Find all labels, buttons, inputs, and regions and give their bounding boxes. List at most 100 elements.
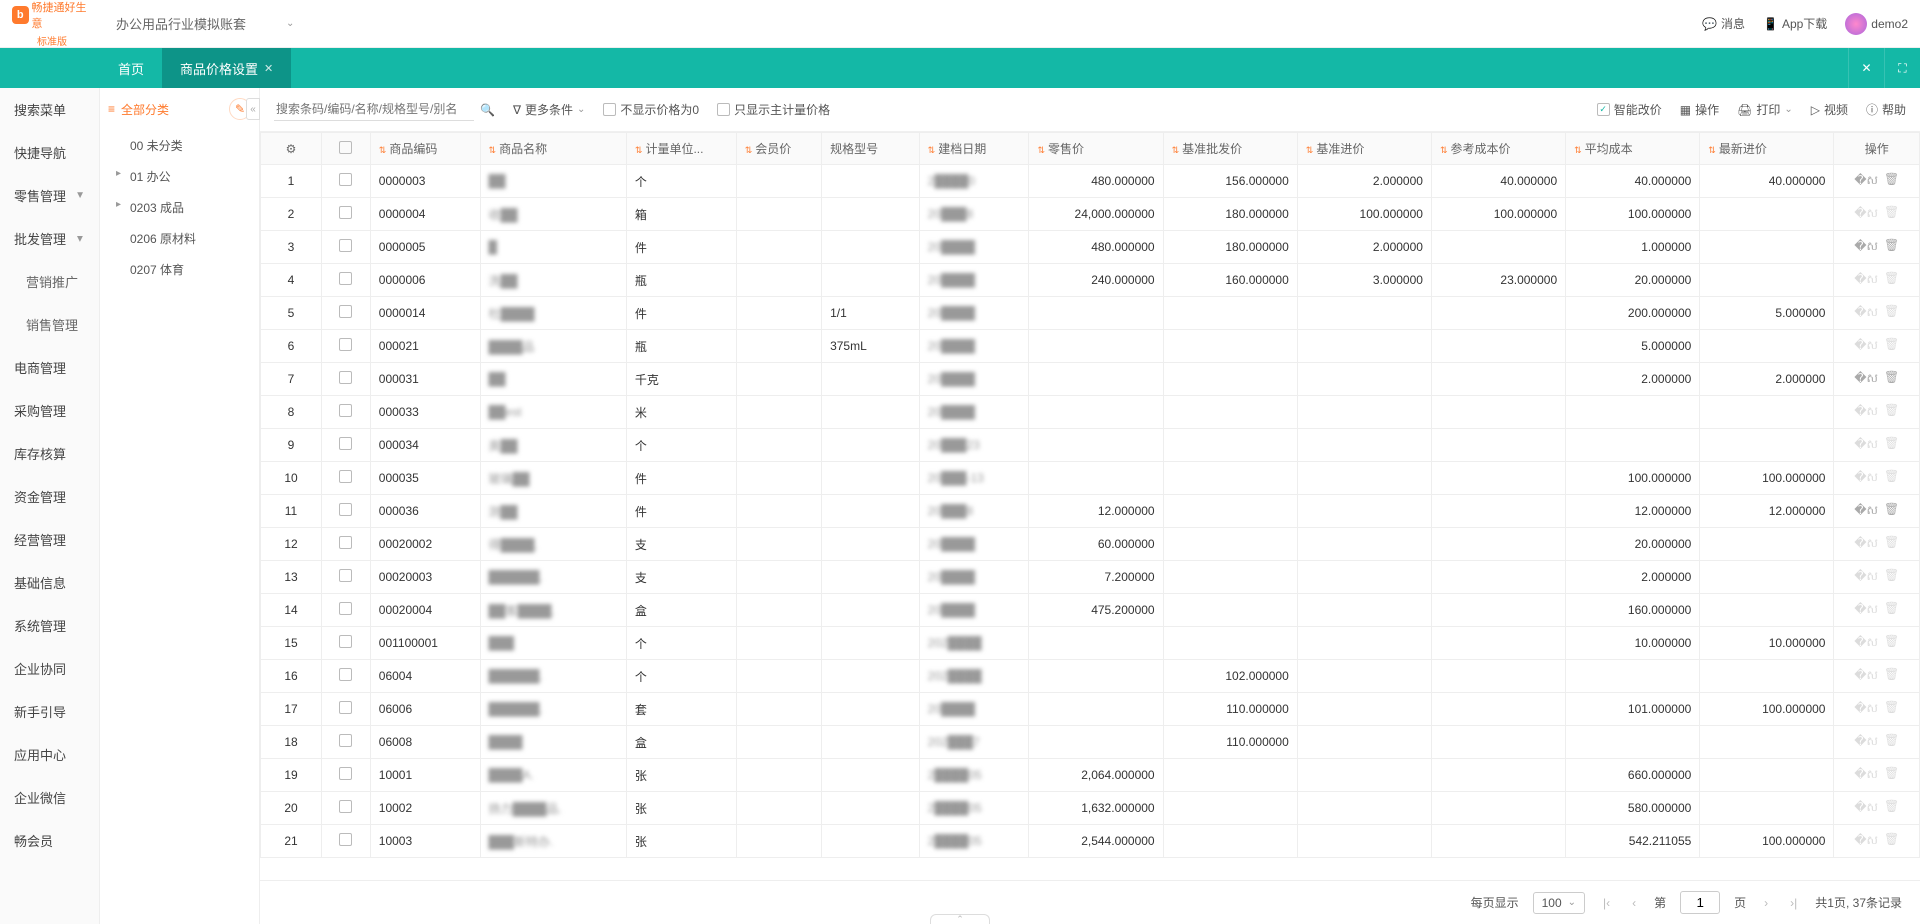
- row-checkbox[interactable]: [339, 338, 352, 351]
- sidebar-item[interactable]: 零售管理▼: [0, 174, 99, 217]
- table-row[interactable]: 15001100001███个202████10.00000010.000000…: [261, 627, 1920, 660]
- sidebar-item[interactable]: 搜索菜单: [0, 88, 99, 131]
- prev-page-button[interactable]: ‹: [1628, 896, 1640, 910]
- sidebar-item[interactable]: 基础信息: [0, 561, 99, 604]
- table-row[interactable]: 6000021████品瓶375mL20████5.000000�ស🗑: [261, 330, 1920, 363]
- first-page-button[interactable]: |‹: [1599, 896, 1614, 910]
- row-checkbox[interactable]: [339, 272, 352, 285]
- table-row[interactable]: 1200020002得████.支20████60.00000020.00000…: [261, 528, 1920, 561]
- copy-icon[interactable]: �ស: [1854, 271, 1878, 289]
- copy-icon[interactable]: �ស: [1854, 238, 1878, 256]
- col-avgcost[interactable]: ⇅平均成本: [1566, 133, 1700, 165]
- tree-node[interactable]: 0203 成品: [108, 192, 251, 223]
- table-row[interactable]: 10000003██个2████0480.000000156.0000002.0…: [261, 165, 1920, 198]
- table-row[interactable]: 2110003███斯特办.张2████052,544.000000542.21…: [261, 825, 1920, 858]
- copy-icon[interactable]: �ស: [1854, 535, 1878, 553]
- row-checkbox[interactable]: [339, 635, 352, 648]
- close-icon[interactable]: ✕: [264, 62, 273, 75]
- sidebar-item[interactable]: 应用中心: [0, 733, 99, 776]
- table-row[interactable]: 30000005█件20████480.000000180.0000002.00…: [261, 231, 1920, 264]
- col-date[interactable]: ⇅建档日期: [919, 133, 1029, 165]
- page-input[interactable]: [1680, 891, 1720, 914]
- row-checkbox[interactable]: [339, 305, 352, 318]
- bottom-drawer-handle[interactable]: ⌃: [930, 914, 990, 924]
- col-member[interactable]: ⇅会员价: [736, 133, 821, 165]
- delete-icon[interactable]: 🗑: [1884, 535, 1899, 553]
- table-row[interactable]: 7000031██千克20████2.0000002.000000�ស🗑: [261, 363, 1920, 396]
- delete-icon[interactable]: 🗑: [1884, 436, 1899, 454]
- video-button[interactable]: ▷视频: [1811, 101, 1848, 118]
- copy-icon[interactable]: �ស: [1854, 205, 1878, 223]
- col-idx[interactable]: ⚙: [261, 133, 322, 165]
- tree-node[interactable]: 0206 原材料: [108, 223, 251, 254]
- table-row[interactable]: 1706006██████.套20████110.000000101.00000…: [261, 693, 1920, 726]
- row-checkbox[interactable]: [339, 668, 352, 681]
- row-checkbox[interactable]: [339, 206, 352, 219]
- delete-icon[interactable]: 🗑: [1884, 766, 1899, 784]
- row-checkbox[interactable]: [339, 437, 352, 450]
- sidebar-item[interactable]: 企业微信: [0, 776, 99, 819]
- delete-icon[interactable]: 🗑: [1884, 700, 1899, 718]
- delete-icon[interactable]: 🗑: [1884, 337, 1899, 355]
- table-row[interactable]: 10000035玻璃██件20███-13100.000000100.00000…: [261, 462, 1920, 495]
- delete-icon[interactable]: 🗑: [1884, 469, 1899, 487]
- sidebar-item[interactable]: 企业协同: [0, 647, 99, 690]
- search-icon[interactable]: 🔍: [480, 103, 495, 117]
- sidebar-item[interactable]: 畅会员: [0, 819, 99, 862]
- copy-icon[interactable]: �ស: [1854, 337, 1878, 355]
- copy-icon[interactable]: �ស: [1854, 304, 1878, 322]
- copy-icon[interactable]: �ស: [1854, 502, 1878, 520]
- col-refcost[interactable]: ⇅参考成本价: [1431, 133, 1565, 165]
- delete-icon[interactable]: 🗑: [1884, 205, 1899, 223]
- table-row[interactable]: 1400020004██客████.盒20████475.200000160.0…: [261, 594, 1920, 627]
- row-checkbox[interactable]: [339, 701, 352, 714]
- col-unit[interactable]: ⇅计量单位...: [626, 133, 736, 165]
- delete-icon[interactable]: 🗑: [1884, 271, 1899, 289]
- copy-icon[interactable]: �ស: [1854, 469, 1878, 487]
- row-checkbox[interactable]: [339, 800, 352, 813]
- copy-icon[interactable]: �ស: [1854, 832, 1878, 850]
- table-row[interactable]: 1606004██████.个202████102.000000�ស🗑: [261, 660, 1920, 693]
- row-checkbox[interactable]: [339, 536, 352, 549]
- col-action[interactable]: 操作: [1834, 133, 1920, 165]
- search-input[interactable]: [274, 98, 474, 121]
- delete-icon[interactable]: 🗑: [1884, 799, 1899, 817]
- delete-icon[interactable]: 🗑: [1884, 172, 1899, 190]
- copy-icon[interactable]: �ស: [1854, 733, 1878, 751]
- row-checkbox[interactable]: [339, 734, 352, 747]
- table-row[interactable]: 40000006洗██瓶20████240.000000160.0000003.…: [261, 264, 1920, 297]
- table-row[interactable]: 50000014杜████件1/120████200.0000005.00000…: [261, 297, 1920, 330]
- copy-icon[interactable]: �ស: [1854, 766, 1878, 784]
- sidebar-item[interactable]: 库存核算: [0, 432, 99, 475]
- copy-icon[interactable]: �ស: [1854, 700, 1878, 718]
- copy-icon[interactable]: �ស: [1854, 172, 1878, 190]
- col-spec[interactable]: 规格型号: [822, 133, 920, 165]
- sidebar-item[interactable]: 新手引导: [0, 690, 99, 733]
- copy-icon[interactable]: �ស: [1854, 601, 1878, 619]
- col-chk[interactable]: [321, 133, 370, 165]
- row-checkbox[interactable]: [339, 239, 352, 252]
- row-checkbox[interactable]: [339, 173, 352, 186]
- smart-price-toggle[interactable]: 智能改价: [1597, 101, 1662, 118]
- more-filters-button[interactable]: ∇更多条件⌄: [513, 101, 585, 118]
- tab-home[interactable]: 首页: [100, 48, 162, 88]
- copy-icon[interactable]: �ស: [1854, 799, 1878, 817]
- table-row[interactable]: 1300020003██████.支20████7.2000002.000000…: [261, 561, 1920, 594]
- delete-icon[interactable]: 🗑: [1884, 568, 1899, 586]
- tree-node[interactable]: 00 未分类: [108, 130, 251, 161]
- sidebar-item[interactable]: 快捷导航: [0, 131, 99, 174]
- sidebar-item[interactable]: 经营管理: [0, 518, 99, 561]
- app-download-link[interactable]: 📱App下载: [1763, 15, 1827, 32]
- row-checkbox[interactable]: [339, 833, 352, 846]
- delete-icon[interactable]: 🗑: [1884, 238, 1899, 256]
- next-page-button[interactable]: ›: [1760, 896, 1772, 910]
- sidebar-item[interactable]: 销售管理: [0, 303, 99, 346]
- copy-icon[interactable]: �ស: [1854, 568, 1878, 586]
- delete-icon[interactable]: 🗑: [1884, 832, 1899, 850]
- table-row[interactable]: 1910001████A.张2████052,064.000000660.000…: [261, 759, 1920, 792]
- delete-icon[interactable]: 🗑: [1884, 403, 1899, 421]
- messages-link[interactable]: 💬消息: [1702, 15, 1745, 32]
- table-row[interactable]: 8000033██est米20████�ស🗑: [261, 396, 1920, 429]
- row-checkbox[interactable]: [339, 470, 352, 483]
- per-page-select[interactable]: 100⌄: [1533, 892, 1585, 914]
